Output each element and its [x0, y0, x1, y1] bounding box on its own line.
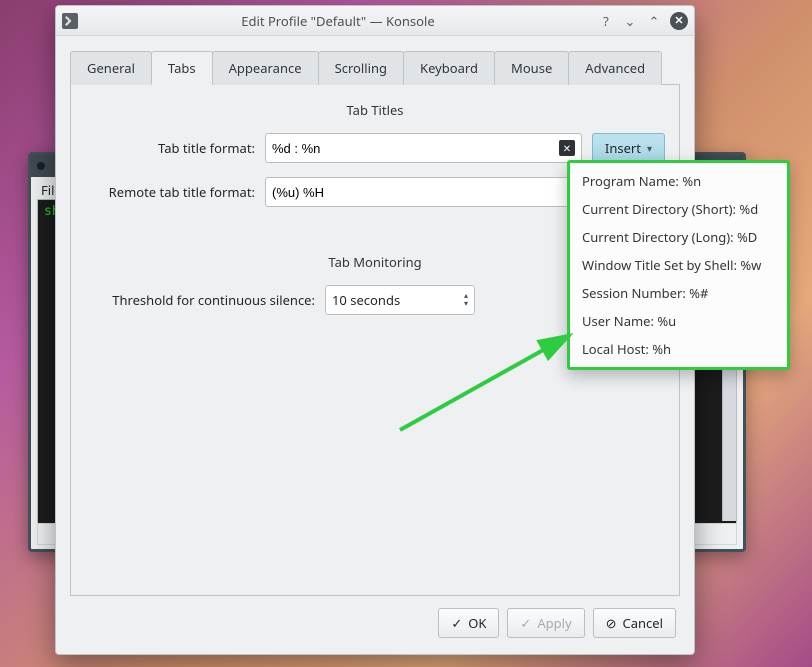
- label-tab-title-format: Tab title format:: [85, 139, 255, 157]
- insert-button-label: Insert: [605, 139, 641, 157]
- check-icon: ✓: [520, 614, 531, 632]
- dropdown-item-current-dir-short[interactable]: Current Directory (Short): %d: [570, 195, 787, 223]
- chevron-down-icon[interactable]: ⌄: [622, 13, 638, 29]
- cancel-button[interactable]: ⊘ Cancel: [593, 608, 676, 638]
- tab-advanced[interactable]: Advanced: [568, 51, 662, 85]
- tabbar: General Tabs Appearance Scrolling Keyboa…: [70, 50, 680, 85]
- insert-button[interactable]: Insert ▾: [592, 133, 665, 163]
- tab-scrolling[interactable]: Scrolling: [318, 51, 404, 85]
- dialog-title: Edit Profile "Default" — Konsole: [86, 12, 590, 30]
- tab-title-format-input[interactable]: [272, 141, 559, 156]
- label-remote-tab-title-format: Remote tab title format:: [85, 183, 255, 201]
- tab-appearance[interactable]: Appearance: [212, 51, 319, 85]
- apply-button[interactable]: ✓ Apply: [507, 608, 584, 638]
- dialog-titlebar[interactable]: Edit Profile "Default" — Konsole ? ⌄ ⌃ ✕: [56, 6, 694, 36]
- silence-threshold-value: 10 seconds: [332, 291, 464, 309]
- dropdown-item-window-title[interactable]: Window Title Set by Shell: %w: [570, 251, 787, 279]
- ok-button-label: OK: [468, 614, 486, 632]
- check-icon: ✓: [451, 614, 462, 632]
- dialog-button-row: ✓ OK ✓ Apply ⊘ Cancel: [70, 596, 680, 644]
- tab-tabs[interactable]: Tabs: [151, 51, 213, 85]
- chevron-up-icon[interactable]: ⌃: [646, 13, 662, 29]
- tab-keyboard[interactable]: Keyboard: [403, 51, 495, 85]
- dropdown-item-program-name[interactable]: Program Name: %n: [570, 167, 787, 195]
- apply-button-label: Apply: [537, 614, 571, 632]
- tab-general[interactable]: General: [70, 51, 152, 85]
- close-icon[interactable]: ✕: [670, 12, 688, 30]
- konsole-app-icon: [62, 13, 78, 29]
- cancel-icon: ⊘: [606, 614, 617, 632]
- spin-down-icon[interactable]: ▾: [464, 300, 468, 308]
- app-icon: [37, 162, 45, 170]
- chevron-down-icon: ▾: [647, 141, 652, 155]
- silence-threshold-spinbox[interactable]: 10 seconds ▴ ▾: [325, 285, 475, 315]
- row-tab-title-format: Tab title format: ✕ Insert ▾: [85, 133, 665, 163]
- label-silence-threshold: Threshold for continuous silence:: [85, 291, 315, 309]
- tab-mouse[interactable]: Mouse: [494, 51, 569, 85]
- help-icon[interactable]: ?: [598, 13, 614, 29]
- dropdown-item-session-number[interactable]: Session Number: %#: [570, 279, 787, 307]
- spinbox-arrows[interactable]: ▴ ▾: [464, 292, 468, 308]
- dropdown-item-user-name[interactable]: User Name: %u: [570, 307, 787, 335]
- section-tab-titles-heading: Tab Titles: [85, 101, 665, 119]
- dropdown-item-current-dir-long[interactable]: Current Directory (Long): %D: [570, 223, 787, 251]
- insert-dropdown-menu[interactable]: Program Name: %n Current Directory (Shor…: [567, 160, 790, 370]
- dropdown-item-local-host[interactable]: Local Host: %h: [570, 335, 787, 363]
- ok-button[interactable]: ✓ OK: [438, 608, 499, 638]
- tab-title-format-input-wrap[interactable]: ✕: [265, 133, 582, 163]
- clear-icon[interactable]: ✕: [559, 140, 575, 156]
- cancel-button-label: Cancel: [623, 614, 663, 632]
